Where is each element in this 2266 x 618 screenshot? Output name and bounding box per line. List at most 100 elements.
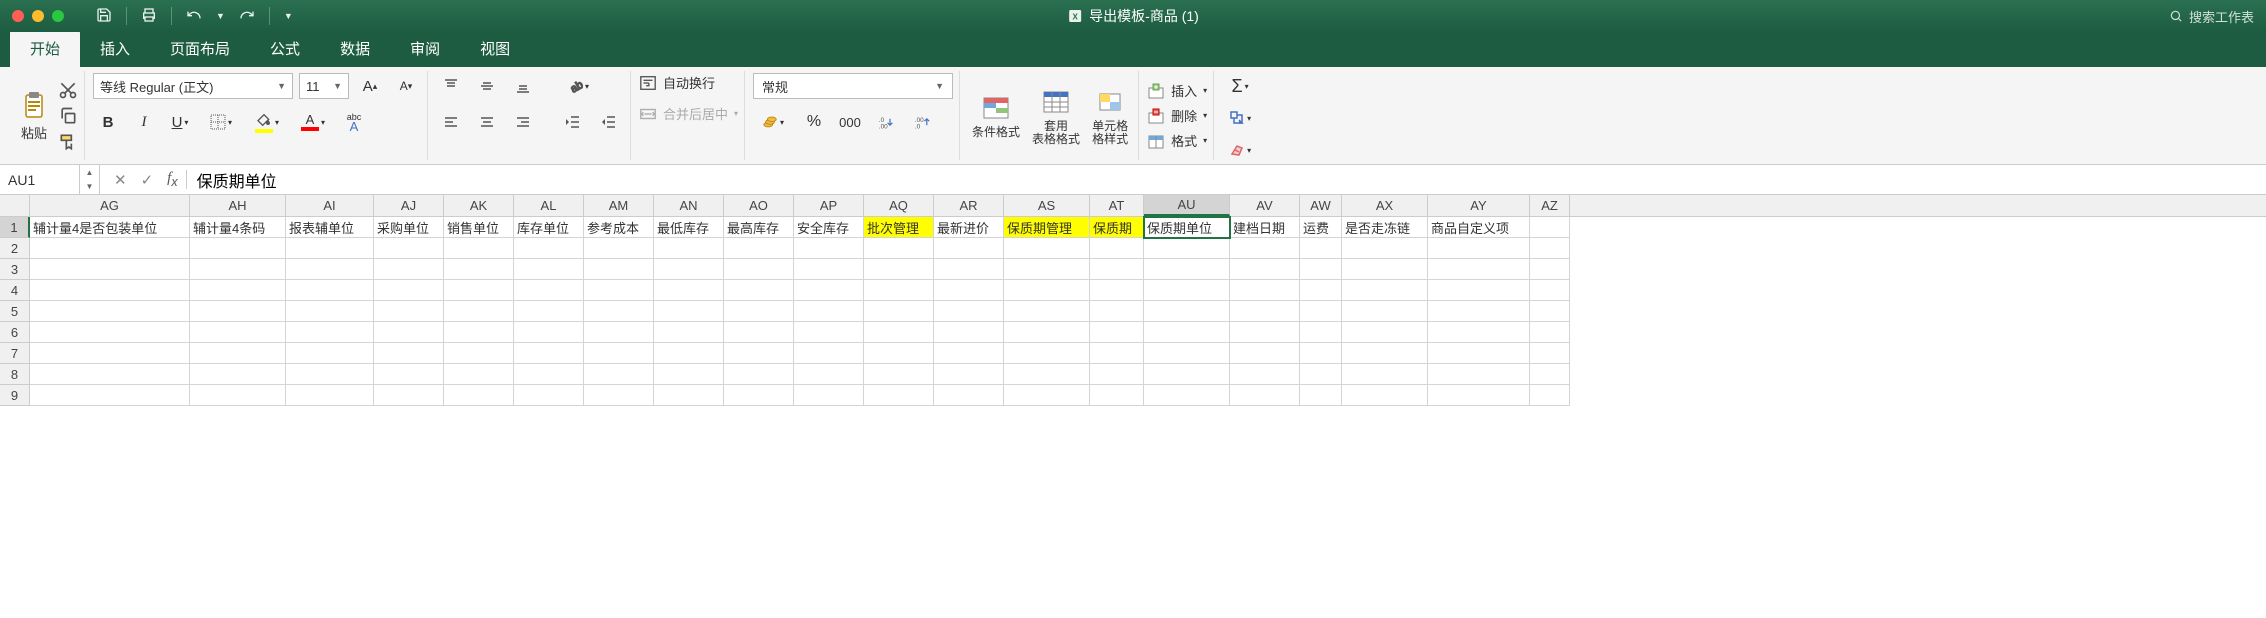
cell[interactable] (1144, 280, 1230, 301)
conditional-format-button[interactable]: 条件格式 (968, 90, 1024, 141)
cell[interactable]: 报表辅单位 (286, 217, 374, 238)
cell[interactable] (190, 301, 286, 322)
cell[interactable] (794, 385, 864, 406)
cell[interactable] (1300, 301, 1342, 322)
row-header[interactable]: 4 (0, 280, 30, 301)
fill-button[interactable]: ▾ (1222, 105, 1258, 131)
cell[interactable] (1428, 343, 1530, 364)
currency-button[interactable]: ▾ (753, 109, 793, 135)
cell[interactable] (286, 385, 374, 406)
cell[interactable] (654, 385, 724, 406)
underline-button[interactable]: U▾ (165, 109, 195, 135)
cell[interactable] (794, 301, 864, 322)
align-top-button[interactable] (436, 73, 466, 99)
cell[interactable] (654, 259, 724, 280)
row-header[interactable]: 1 (0, 217, 30, 238)
cell[interactable] (1342, 301, 1428, 322)
cell[interactable] (374, 259, 444, 280)
cell[interactable] (190, 259, 286, 280)
tab-数据[interactable]: 数据 (320, 30, 390, 67)
cell[interactable] (374, 385, 444, 406)
cell[interactable] (584, 343, 654, 364)
cell[interactable]: 最低库存 (654, 217, 724, 238)
row-header[interactable]: 8 (0, 364, 30, 385)
cell[interactable] (794, 238, 864, 259)
row-header[interactable]: 9 (0, 385, 30, 406)
cell[interactable] (724, 280, 794, 301)
wrap-text-button[interactable]: 自动换行 (639, 73, 715, 92)
cell[interactable] (934, 238, 1004, 259)
cell[interactable] (444, 343, 514, 364)
cell[interactable] (374, 280, 444, 301)
cell[interactable]: 参考成本 (584, 217, 654, 238)
tab-插入[interactable]: 插入 (80, 30, 150, 67)
italic-button[interactable]: I (129, 109, 159, 135)
insert-cells-button[interactable]: 插入▾ (1147, 81, 1207, 100)
cell[interactable] (286, 301, 374, 322)
name-box[interactable]: AU1 (0, 165, 80, 194)
chevron-down-icon[interactable]: ▼ (284, 11, 293, 21)
cell[interactable] (1300, 280, 1342, 301)
cell[interactable] (30, 322, 190, 343)
cell[interactable] (934, 301, 1004, 322)
cell[interactable] (1530, 259, 1570, 280)
cell[interactable] (654, 280, 724, 301)
row-header[interactable]: 6 (0, 322, 30, 343)
column-header[interactable]: AS (1004, 195, 1090, 216)
cell[interactable] (1530, 322, 1570, 343)
fill-color-button[interactable]: ▾ (247, 109, 287, 135)
cell[interactable] (444, 238, 514, 259)
cell[interactable] (1342, 343, 1428, 364)
cell[interactable] (1342, 385, 1428, 406)
orientation-button[interactable]: ab▾ (558, 73, 598, 99)
cell[interactable] (1230, 301, 1300, 322)
cell[interactable] (1004, 280, 1090, 301)
cell[interactable] (1090, 259, 1144, 280)
cell[interactable] (1230, 385, 1300, 406)
cell[interactable] (1144, 364, 1230, 385)
paste-button[interactable]: 粘贴 (14, 87, 54, 144)
cell[interactable] (1300, 238, 1342, 259)
cell[interactable] (654, 364, 724, 385)
cell[interactable]: 库存单位 (514, 217, 584, 238)
tab-页面布局[interactable]: 页面布局 (150, 30, 250, 67)
cell[interactable] (724, 385, 794, 406)
cell[interactable] (1428, 280, 1530, 301)
cell[interactable] (864, 259, 934, 280)
cell[interactable] (514, 259, 584, 280)
decrease-indent-button[interactable] (558, 109, 588, 135)
cell[interactable] (1144, 343, 1230, 364)
cell[interactable] (444, 280, 514, 301)
cell[interactable] (1342, 259, 1428, 280)
phonetic-button[interactable]: abcA (339, 109, 369, 135)
bold-button[interactable]: B (93, 109, 123, 135)
cell[interactable] (286, 364, 374, 385)
chevron-down-icon[interactable]: ▼ (216, 11, 225, 21)
cell[interactable] (1230, 343, 1300, 364)
cell[interactable]: 保质期 (1090, 217, 1144, 238)
name-box-down[interactable]: ▼ (80, 180, 99, 195)
decrease-decimal-button[interactable]: .00.0 (907, 109, 937, 135)
cell[interactable] (374, 301, 444, 322)
cell[interactable] (30, 364, 190, 385)
cell[interactable] (794, 322, 864, 343)
cell[interactable] (1144, 301, 1230, 322)
cell[interactable] (30, 259, 190, 280)
cell[interactable]: 最高库存 (724, 217, 794, 238)
cell[interactable]: 辅计量4条码 (190, 217, 286, 238)
cell[interactable] (584, 238, 654, 259)
cell[interactable] (190, 238, 286, 259)
cell[interactable] (1144, 322, 1230, 343)
cell[interactable] (794, 364, 864, 385)
column-header[interactable]: AX (1342, 195, 1428, 216)
number-format-dropdown[interactable]: 常规▼ (753, 73, 953, 99)
column-header[interactable]: AH (190, 195, 286, 216)
cell[interactable] (444, 322, 514, 343)
cell[interactable] (514, 301, 584, 322)
cell[interactable] (1004, 259, 1090, 280)
cell[interactable] (190, 364, 286, 385)
cell[interactable] (286, 238, 374, 259)
cell[interactable]: 保质期管理 (1004, 217, 1090, 238)
cell[interactable] (190, 322, 286, 343)
align-right-button[interactable] (508, 109, 538, 135)
